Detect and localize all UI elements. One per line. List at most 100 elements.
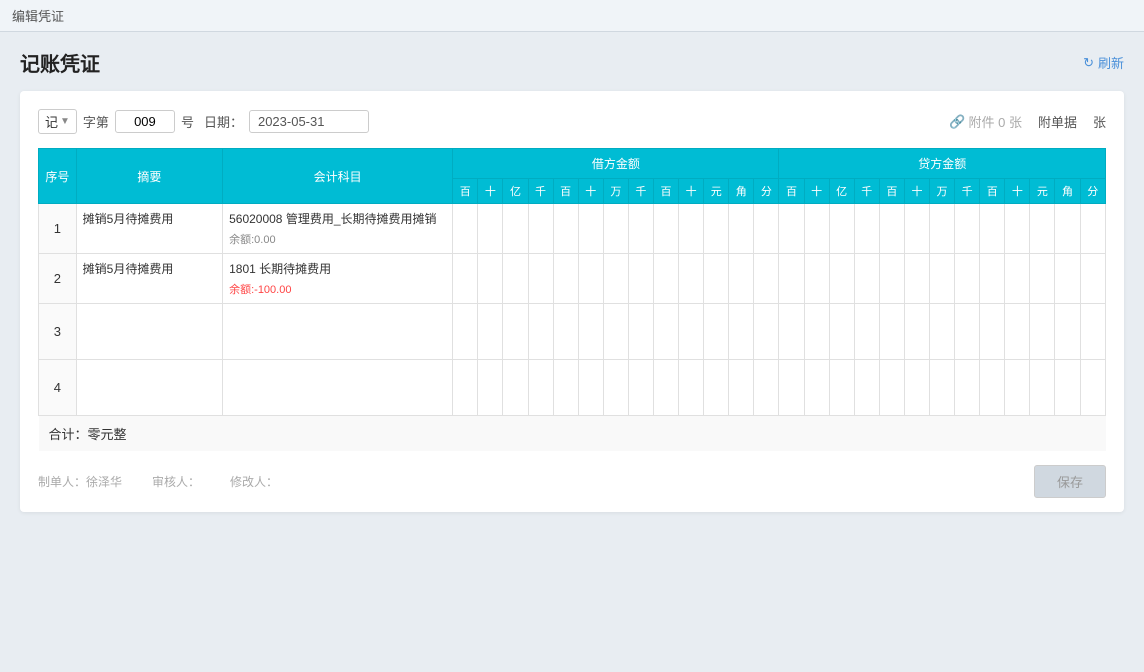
credit-digit-2-8[interactable] — [980, 304, 1005, 360]
debit-digit-0-12[interactable] — [754, 204, 779, 254]
credit-digit-0-7[interactable] — [955, 204, 980, 254]
debit-digit-2-4[interactable] — [553, 304, 578, 360]
credit-digit-3-9[interactable] — [1005, 360, 1030, 416]
credit-digit-3-10[interactable] — [1030, 360, 1055, 416]
debit-digit-0-11[interactable] — [729, 204, 754, 254]
credit-digit-0-8[interactable] — [980, 204, 1005, 254]
debit-digit-0-8[interactable] — [653, 204, 678, 254]
debit-digit-2-11[interactable] — [729, 304, 754, 360]
debit-digit-1-4[interactable] — [553, 254, 578, 304]
debit-digit-3-9[interactable] — [679, 360, 704, 416]
credit-digit-2-1[interactable] — [804, 304, 829, 360]
credit-digit-1-3[interactable] — [854, 254, 879, 304]
debit-digit-2-0[interactable] — [453, 304, 478, 360]
credit-digit-0-12[interactable] — [1080, 204, 1105, 254]
credit-digit-1-8[interactable] — [980, 254, 1005, 304]
credit-digit-1-6[interactable] — [930, 254, 955, 304]
credit-digit-1-4[interactable] — [879, 254, 904, 304]
debit-digit-1-9[interactable] — [679, 254, 704, 304]
debit-digit-1-12[interactable] — [754, 254, 779, 304]
account-cell-3[interactable] — [223, 360, 453, 416]
debit-digit-2-5[interactable] — [578, 304, 603, 360]
credit-digit-2-4[interactable] — [879, 304, 904, 360]
debit-digit-2-2[interactable] — [503, 304, 528, 360]
account-cell-0[interactable]: 56020008 管理费用_长期待摊费用摊销余额:0.00 — [223, 204, 453, 254]
credit-digit-1-9[interactable] — [1005, 254, 1030, 304]
summary-cell-3[interactable] — [76, 360, 222, 416]
debit-digit-1-7[interactable] — [628, 254, 653, 304]
debit-digit-1-8[interactable] — [653, 254, 678, 304]
credit-digit-3-8[interactable] — [980, 360, 1005, 416]
debit-digit-1-0[interactable] — [453, 254, 478, 304]
credit-digit-3-1[interactable] — [804, 360, 829, 416]
attach-sheets[interactable]: 附单据 — [1038, 112, 1077, 131]
voucher-number-input[interactable] — [115, 110, 175, 133]
credit-digit-0-5[interactable] — [904, 204, 929, 254]
attach-link[interactable]: 🔗 附件 0 张 — [949, 112, 1022, 131]
debit-digit-0-10[interactable] — [704, 204, 729, 254]
credit-digit-2-6[interactable] — [930, 304, 955, 360]
voucher-type-select[interactable]: 记 ▼ — [38, 109, 77, 134]
summary-cell-2[interactable] — [76, 304, 222, 360]
summary-cell-1[interactable]: 摊销5月待摊费用 — [76, 254, 222, 304]
debit-digit-0-0[interactable] — [453, 204, 478, 254]
summary-cell-0[interactable]: 摊销5月待摊费用 — [76, 204, 222, 254]
credit-digit-1-0[interactable] — [779, 254, 804, 304]
debit-digit-3-11[interactable] — [729, 360, 754, 416]
debit-digit-3-12[interactable] — [754, 360, 779, 416]
credit-digit-2-2[interactable] — [829, 304, 854, 360]
debit-digit-3-8[interactable] — [653, 360, 678, 416]
credit-digit-0-10[interactable] — [1030, 204, 1055, 254]
debit-digit-0-2[interactable] — [503, 204, 528, 254]
debit-digit-1-5[interactable] — [578, 254, 603, 304]
credit-digit-3-7[interactable] — [955, 360, 980, 416]
credit-digit-1-7[interactable] — [955, 254, 980, 304]
debit-digit-3-4[interactable] — [553, 360, 578, 416]
save-button[interactable]: 保存 — [1034, 465, 1106, 498]
debit-digit-0-3[interactable] — [528, 204, 553, 254]
debit-digit-3-5[interactable] — [578, 360, 603, 416]
account-cell-2[interactable] — [223, 304, 453, 360]
credit-digit-0-11[interactable] — [1055, 204, 1080, 254]
credit-digit-0-6[interactable] — [930, 204, 955, 254]
debit-digit-3-0[interactable] — [453, 360, 478, 416]
debit-digit-2-1[interactable] — [478, 304, 503, 360]
credit-digit-1-1[interactable] — [804, 254, 829, 304]
debit-digit-0-1[interactable] — [478, 204, 503, 254]
debit-digit-2-8[interactable] — [653, 304, 678, 360]
date-input[interactable] — [249, 110, 369, 133]
refresh-button[interactable]: ↻ 刷新 — [1083, 53, 1124, 72]
credit-digit-2-10[interactable] — [1030, 304, 1055, 360]
debit-digit-1-2[interactable] — [503, 254, 528, 304]
credit-digit-0-4[interactable] — [879, 204, 904, 254]
debit-digit-2-7[interactable] — [628, 304, 653, 360]
debit-digit-3-1[interactable] — [478, 360, 503, 416]
credit-digit-1-11[interactable] — [1055, 254, 1080, 304]
debit-digit-1-10[interactable] — [704, 254, 729, 304]
credit-digit-0-1[interactable] — [804, 204, 829, 254]
debit-digit-1-11[interactable] — [729, 254, 754, 304]
debit-digit-3-6[interactable] — [603, 360, 628, 416]
debit-digit-1-3[interactable] — [528, 254, 553, 304]
credit-digit-1-2[interactable] — [829, 254, 854, 304]
debit-digit-0-4[interactable] — [553, 204, 578, 254]
credit-digit-2-11[interactable] — [1055, 304, 1080, 360]
credit-digit-2-12[interactable] — [1080, 304, 1105, 360]
credit-digit-3-5[interactable] — [904, 360, 929, 416]
debit-digit-3-7[interactable] — [628, 360, 653, 416]
credit-digit-3-2[interactable] — [829, 360, 854, 416]
credit-digit-1-10[interactable] — [1030, 254, 1055, 304]
credit-digit-2-9[interactable] — [1005, 304, 1030, 360]
debit-digit-3-3[interactable] — [528, 360, 553, 416]
account-cell-1[interactable]: 1801 长期待摊费用余额:-100.00 — [223, 254, 453, 304]
debit-digit-3-10[interactable] — [704, 360, 729, 416]
credit-digit-3-11[interactable] — [1055, 360, 1080, 416]
debit-digit-0-7[interactable] — [628, 204, 653, 254]
debit-digit-1-1[interactable] — [478, 254, 503, 304]
debit-digit-2-6[interactable] — [603, 304, 628, 360]
credit-digit-1-5[interactable] — [904, 254, 929, 304]
credit-digit-3-4[interactable] — [879, 360, 904, 416]
credit-digit-3-12[interactable] — [1080, 360, 1105, 416]
debit-digit-0-9[interactable] — [679, 204, 704, 254]
debit-digit-3-2[interactable] — [503, 360, 528, 416]
